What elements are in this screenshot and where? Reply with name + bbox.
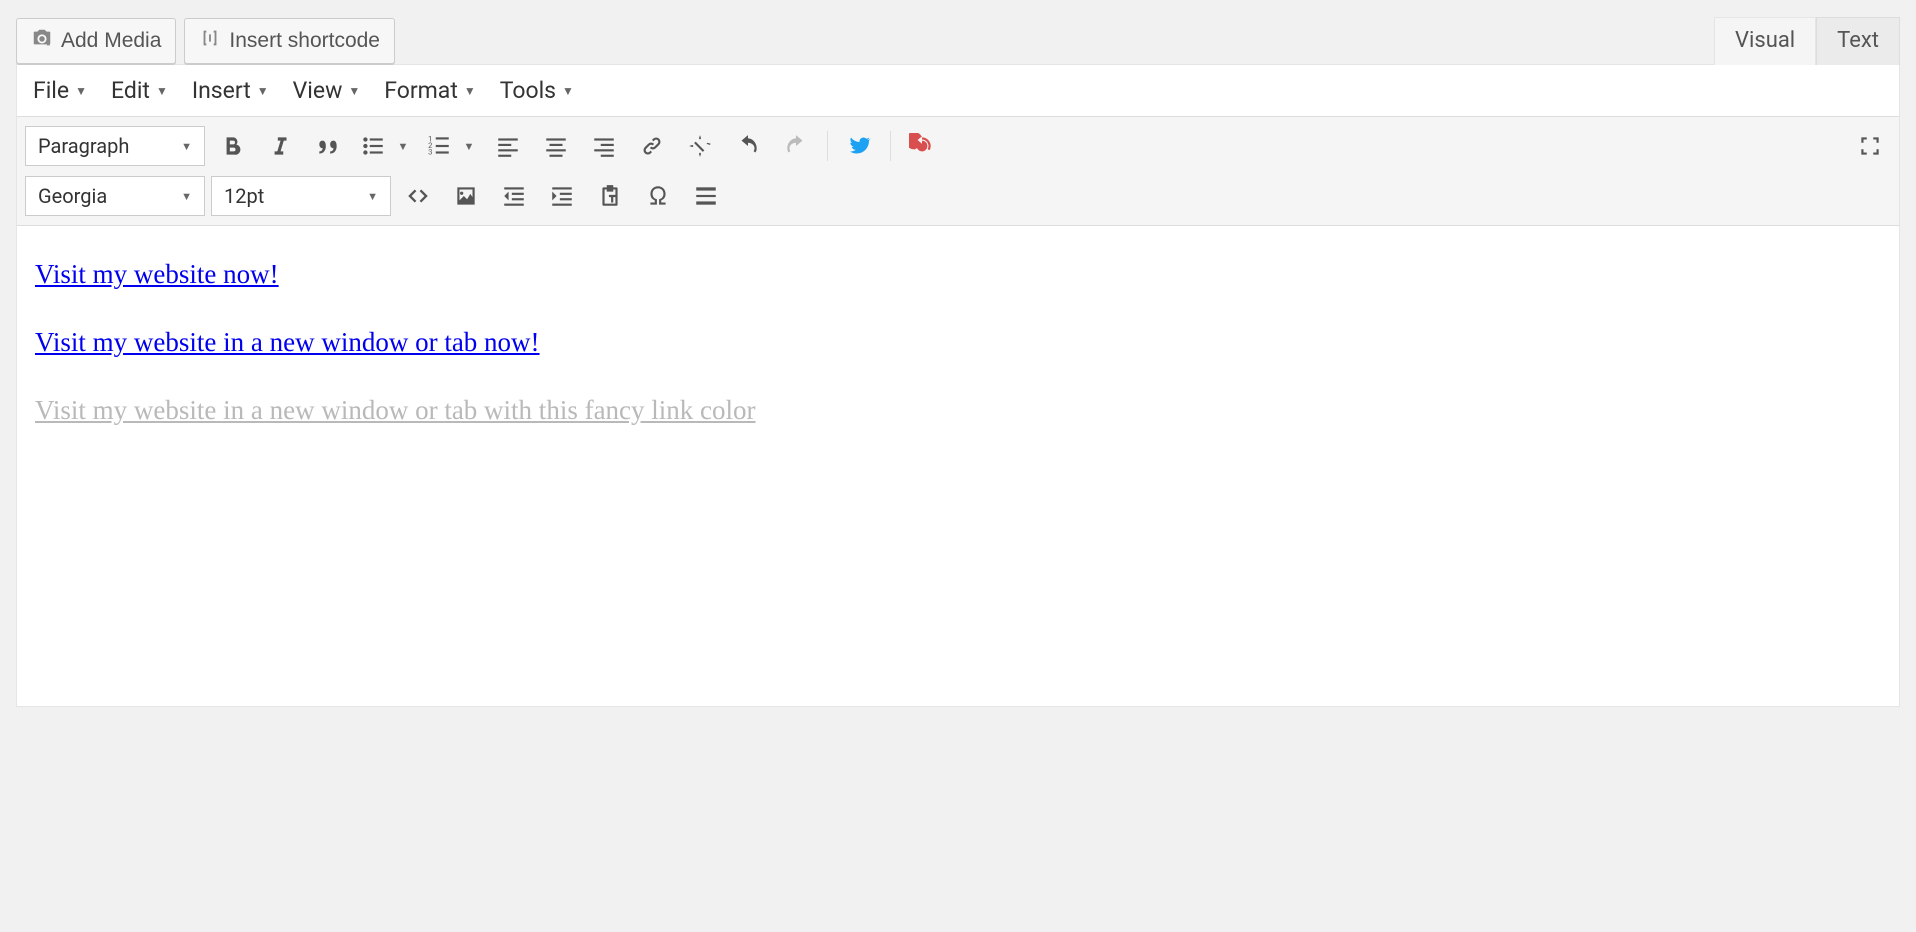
numbered-list-button[interactable]: 123 — [421, 125, 457, 167]
font-size-select[interactable]: 12pt ▼ — [211, 176, 391, 216]
content-link-1[interactable]: Visit my website now! — [35, 259, 279, 289]
font-family-label: Georgia — [38, 184, 107, 208]
tab-visual[interactable]: Visual — [1714, 17, 1816, 65]
source-code-button[interactable] — [397, 175, 439, 217]
fullscreen-button[interactable] — [1849, 125, 1891, 167]
separator — [827, 131, 828, 161]
paragraph-select[interactable]: Paragraph ▼ — [25, 126, 205, 166]
indent-button[interactable] — [541, 175, 583, 217]
menubar: File▼ Edit▼ Insert▼ View▼ Format▼ Tools▼ — [17, 65, 1899, 117]
numbered-list-split: 123 ▼ — [421, 125, 481, 167]
font-family-select[interactable]: Georgia ▼ — [25, 176, 205, 216]
bullet-list-dropdown[interactable]: ▼ — [391, 125, 415, 167]
blockquote-button[interactable] — [307, 125, 349, 167]
insert-shortcode-label: Insert shortcode — [229, 29, 380, 53]
menu-edit[interactable]: Edit▼ — [105, 71, 174, 110]
toolbar-row-1: Paragraph ▼ ▼ 123 ▼ — [25, 125, 1891, 175]
special-char-button[interactable] — [637, 175, 679, 217]
align-center-button[interactable] — [535, 125, 577, 167]
unlink-button[interactable] — [679, 125, 721, 167]
menu-file[interactable]: File▼ — [27, 71, 93, 110]
chevron-down-icon: ▼ — [367, 190, 378, 203]
font-size-label: 12pt — [224, 184, 264, 208]
restore-button[interactable] — [901, 125, 943, 167]
chevron-down-icon: ▼ — [348, 84, 360, 98]
camera-icon — [31, 27, 53, 55]
italic-button[interactable] — [259, 125, 301, 167]
align-right-button[interactable] — [583, 125, 625, 167]
image-button[interactable] — [445, 175, 487, 217]
chevron-down-icon: ▼ — [181, 140, 192, 153]
outdent-button[interactable] — [493, 175, 535, 217]
chevron-down-icon: ▼ — [257, 84, 269, 98]
editor-content[interactable]: Visit my website now! Visit my website i… — [17, 226, 1899, 706]
align-left-button[interactable] — [487, 125, 529, 167]
add-media-button[interactable]: Add Media — [16, 18, 176, 64]
chevron-down-icon: ▼ — [181, 190, 192, 203]
read-more-button[interactable] — [685, 175, 727, 217]
content-link-3[interactable]: Visit my website in a new window or tab … — [35, 395, 756, 425]
toolbar: Paragraph ▼ ▼ 123 ▼ — [17, 117, 1899, 226]
undo-button[interactable] — [727, 125, 769, 167]
twitter-button[interactable] — [838, 125, 880, 167]
chevron-down-icon: ▼ — [562, 84, 574, 98]
chevron-down-icon: ▼ — [156, 84, 168, 98]
editor-box: File▼ Edit▼ Insert▼ View▼ Format▼ Tools▼… — [16, 64, 1900, 707]
numbered-list-dropdown[interactable]: ▼ — [457, 125, 481, 167]
menu-insert[interactable]: Insert▼ — [186, 71, 275, 110]
insert-shortcode-button[interactable]: Insert shortcode — [184, 18, 395, 64]
editor-tabs: Visual Text — [1714, 16, 1900, 64]
menu-tools[interactable]: Tools▼ — [494, 71, 580, 110]
link-button[interactable] — [631, 125, 673, 167]
shortcode-icon — [199, 27, 221, 55]
toolbar-row-2: Georgia ▼ 12pt ▼ — [25, 175, 1891, 225]
chevron-down-icon: ▼ — [75, 84, 87, 98]
bullet-list-split: ▼ — [355, 125, 415, 167]
redo-button[interactable] — [775, 125, 817, 167]
separator — [890, 131, 891, 161]
bullet-list-button[interactable] — [355, 125, 391, 167]
top-buttons: Add Media Insert shortcode — [16, 18, 395, 64]
paste-text-button[interactable] — [589, 175, 631, 217]
menu-view[interactable]: View▼ — [287, 71, 367, 110]
chevron-down-icon: ▼ — [464, 84, 476, 98]
menu-format[interactable]: Format▼ — [378, 71, 481, 110]
tab-text[interactable]: Text — [1816, 17, 1900, 65]
svg-text:3: 3 — [428, 148, 432, 157]
content-link-2[interactable]: Visit my website in a new window or tab … — [35, 327, 540, 357]
paragraph-select-label: Paragraph — [38, 134, 129, 158]
add-media-label: Add Media — [61, 29, 161, 53]
bold-button[interactable] — [211, 125, 253, 167]
